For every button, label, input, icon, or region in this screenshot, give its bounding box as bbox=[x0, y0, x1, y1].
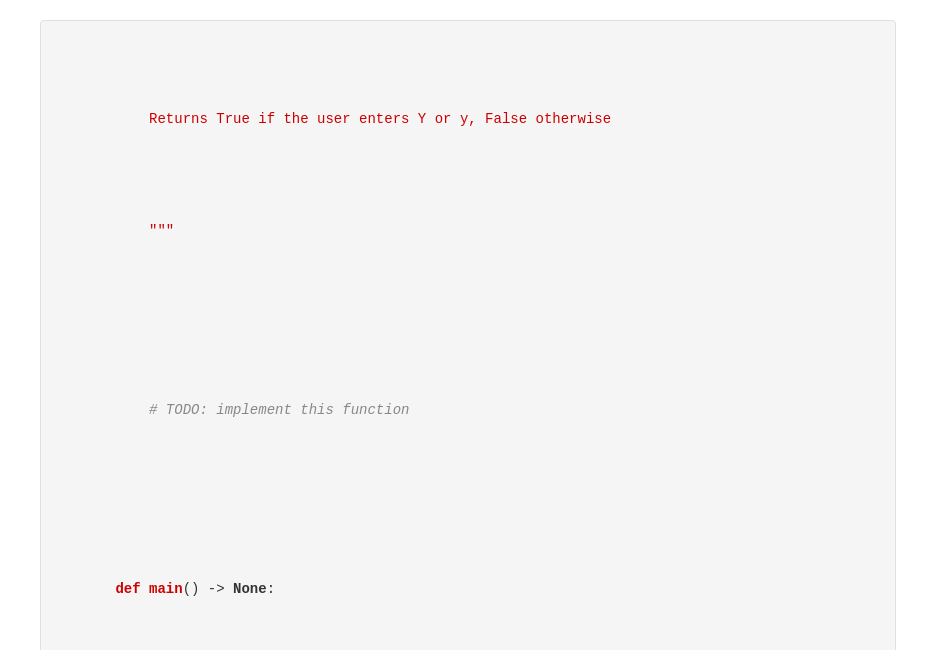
code-block: Returns True if the user enters Y or y, … bbox=[40, 20, 896, 650]
comment-todo-1: # TODO: implement this function bbox=[115, 402, 409, 418]
def-params: () -> bbox=[183, 581, 233, 597]
code-line-3: # TODO: implement this function bbox=[65, 377, 871, 444]
code-line-def: def main() -> None: bbox=[65, 556, 871, 623]
code-line-1: Returns True if the user enters Y or y, … bbox=[65, 86, 871, 153]
def-colon: : bbox=[267, 581, 275, 597]
code-line-blank-2 bbox=[65, 489, 871, 511]
docstring-text: Returns True if the user enters Y or y, … bbox=[115, 111, 611, 127]
code-line-2: """ bbox=[65, 198, 871, 265]
function-name-main: main bbox=[149, 581, 183, 597]
docstring-quote-1: """ bbox=[115, 223, 174, 239]
code-line-blank-1 bbox=[65, 310, 871, 332]
page-container: Returns True if the user enters Y or y, … bbox=[0, 0, 936, 650]
keyword-def: def bbox=[115, 581, 149, 597]
keyword-none: None bbox=[233, 581, 267, 597]
